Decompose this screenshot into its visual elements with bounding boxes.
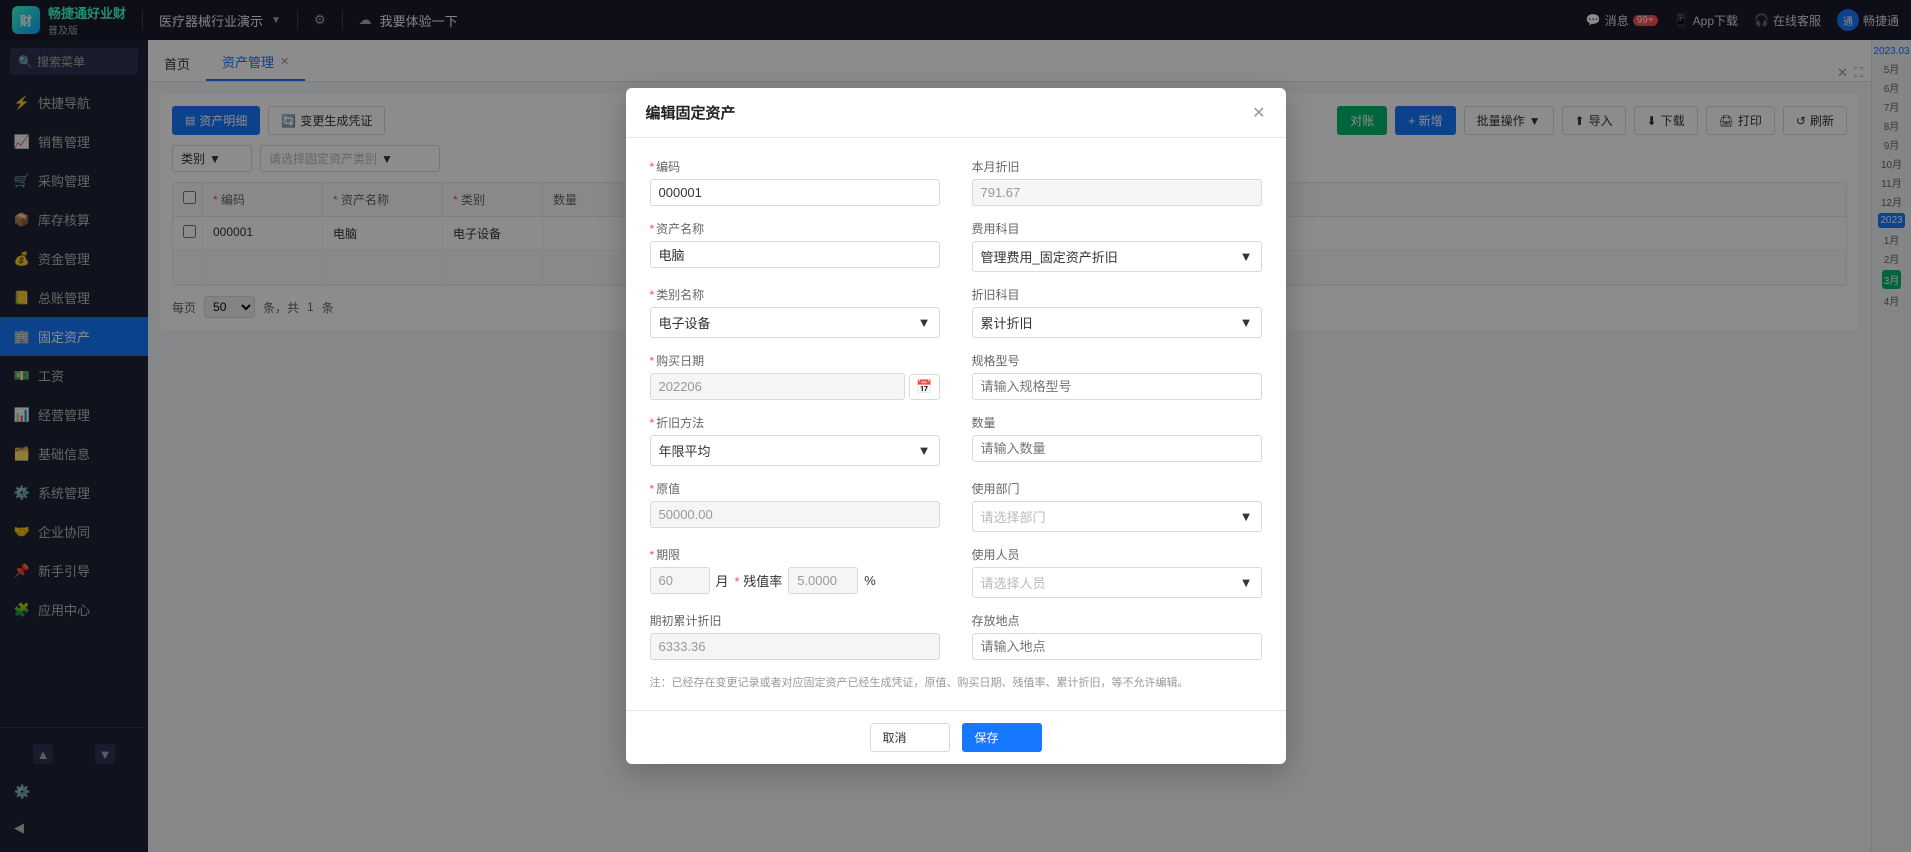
monthly-dep-label: 本月折旧 — [972, 158, 1262, 175]
asset-name-input[interactable] — [650, 241, 940, 268]
form-item-monthly-dep: 本月折旧 — [972, 158, 1262, 206]
form-row-8: 期初累计折旧 存放地点 — [650, 612, 1262, 660]
form-row-5: * 折旧方法 年限平均 ▼ 数量 — [650, 414, 1262, 466]
chevron-down-icon6: ▼ — [1240, 315, 1253, 330]
spec-model-input[interactable] — [972, 373, 1262, 400]
residual-rate-label: * 残值率 — [735, 571, 783, 590]
chevron-down-icon4: ▼ — [1240, 249, 1253, 264]
edit-asset-dialog: 编辑固定资产 ✕ * 编码 本月折旧 — [626, 88, 1286, 764]
chevron-down-icon5: ▼ — [918, 315, 931, 330]
period-group: 月 * 残值率 % — [650, 567, 940, 594]
asset-name-label: * 资产名称 — [650, 220, 940, 237]
period-unit: 月 — [716, 571, 729, 590]
dep-method-label: * 折旧方法 — [650, 414, 940, 431]
dep-subject-value: 累计折旧 — [981, 313, 1033, 332]
save-button[interactable]: 保存 — [962, 723, 1042, 752]
form-item-category: * 类别名称 电子设备 ▼ — [650, 286, 940, 338]
form-item-dep-method: * 折旧方法 年限平均 ▼ — [650, 414, 940, 466]
expense-subject-select[interactable]: 管理费用_固定资产折旧 ▼ — [972, 241, 1262, 272]
form-item-asset-name: * 资产名称 — [650, 220, 940, 272]
form-row-4: * 购买日期 📅 规格型号 — [650, 352, 1262, 400]
dep-subject-select[interactable]: 累计折旧 ▼ — [972, 307, 1262, 338]
use-dept-label: 使用部门 — [972, 480, 1262, 497]
form-row-1: * 编码 本月折旧 — [650, 158, 1262, 206]
form-item-dep-subject: 折旧科目 累计折旧 ▼ — [972, 286, 1262, 338]
form-item-period: * 期限 月 * 残值率 % — [650, 546, 940, 598]
form-item-spec-model: 规格型号 — [972, 352, 1262, 400]
form-item-code: * 编码 — [650, 158, 940, 206]
form-item-original-value: * 原值 — [650, 480, 940, 532]
cancel-button[interactable]: 取消 — [870, 723, 950, 752]
dialog-header: 编辑固定资产 ✕ — [626, 88, 1286, 138]
form-item-use-dept: 使用部门 请选择部门 ▼ — [972, 480, 1262, 532]
form-row-2: * 资产名称 费用科目 管理费用_固定资产折旧 ▼ — [650, 220, 1262, 272]
chevron-down-icon7: ▼ — [918, 443, 931, 458]
dep-method-select[interactable]: 年限平均 ▼ — [650, 435, 940, 466]
chevron-down-icon8: ▼ — [1240, 509, 1253, 524]
form-item-storage: 存放地点 — [972, 612, 1262, 660]
dialog-footer: 取消 保存 — [626, 710, 1286, 764]
dep-method-value: 年限平均 — [659, 441, 711, 460]
dialog-title: 编辑固定资产 — [646, 102, 736, 123]
form-item-use-person: 使用人员 请选择人员 ▼ — [972, 546, 1262, 598]
use-person-label: 使用人员 — [972, 546, 1262, 563]
use-dept-placeholder: 请选择部门 — [981, 507, 1046, 526]
form-row-3: * 类别名称 电子设备 ▼ 折旧科目 累计折旧 ▼ — [650, 286, 1262, 338]
use-person-select[interactable]: 请选择人员 ▼ — [972, 567, 1262, 598]
category-select[interactable]: 电子设备 ▼ — [650, 307, 940, 338]
form-row-7: * 期限 月 * 残值率 % 使用人员 — [650, 546, 1262, 598]
dialog-note: 注：已经存在变更记录或者对应固定资产已经生成凭证，原值、购买日期、残值率、累计折… — [650, 674, 1262, 690]
category-label: * 类别名称 — [650, 286, 940, 303]
form-item-initial-accum-dep: 期初累计折旧 — [650, 612, 940, 660]
storage-label: 存放地点 — [972, 612, 1262, 629]
use-person-placeholder: 请选择人员 — [981, 573, 1046, 592]
period-label: * 期限 — [650, 546, 940, 563]
code-input[interactable] — [650, 179, 940, 206]
monthly-dep-input — [972, 179, 1262, 206]
chevron-down-icon9: ▼ — [1240, 575, 1253, 590]
form-item-expense-subject: 费用科目 管理费用_固定资产折旧 ▼ — [972, 220, 1262, 272]
quantity-input[interactable] — [972, 435, 1262, 462]
residual-rate-input — [788, 567, 858, 594]
original-value-input — [650, 501, 940, 528]
dialog-body: * 编码 本月折旧 * 资产名称 — [626, 138, 1286, 710]
category-value: 电子设备 — [659, 313, 711, 332]
dialog-close-btn[interactable]: ✕ — [1252, 103, 1265, 123]
initial-accum-dep-label: 期初累计折旧 — [650, 612, 940, 629]
expense-subject-value: 管理费用_固定资产折旧 — [981, 247, 1118, 266]
quantity-label: 数量 — [972, 414, 1262, 431]
original-value-label: * 原值 — [650, 480, 940, 497]
expense-subject-label: 费用科目 — [972, 220, 1262, 237]
form-item-purchase-date: * 购买日期 📅 — [650, 352, 940, 400]
dep-subject-label: 折旧科目 — [972, 286, 1262, 303]
purchase-date-input[interactable] — [650, 373, 906, 400]
use-dept-select[interactable]: 请选择部门 ▼ — [972, 501, 1262, 532]
form-item-quantity: 数量 — [972, 414, 1262, 466]
residual-rate-unit: % — [864, 573, 876, 588]
storage-input[interactable] — [972, 633, 1262, 660]
spec-model-label: 规格型号 — [972, 352, 1262, 369]
purchase-date-label: * 购买日期 — [650, 352, 940, 369]
calendar-icon[interactable]: 📅 — [909, 374, 939, 400]
code-label: * 编码 — [650, 158, 940, 175]
form-row-6: * 原值 使用部门 请选择部门 ▼ — [650, 480, 1262, 532]
dialog-overlay: 编辑固定资产 ✕ * 编码 本月折旧 — [0, 0, 1911, 852]
initial-accum-dep-input — [650, 633, 940, 660]
period-input — [650, 567, 710, 594]
